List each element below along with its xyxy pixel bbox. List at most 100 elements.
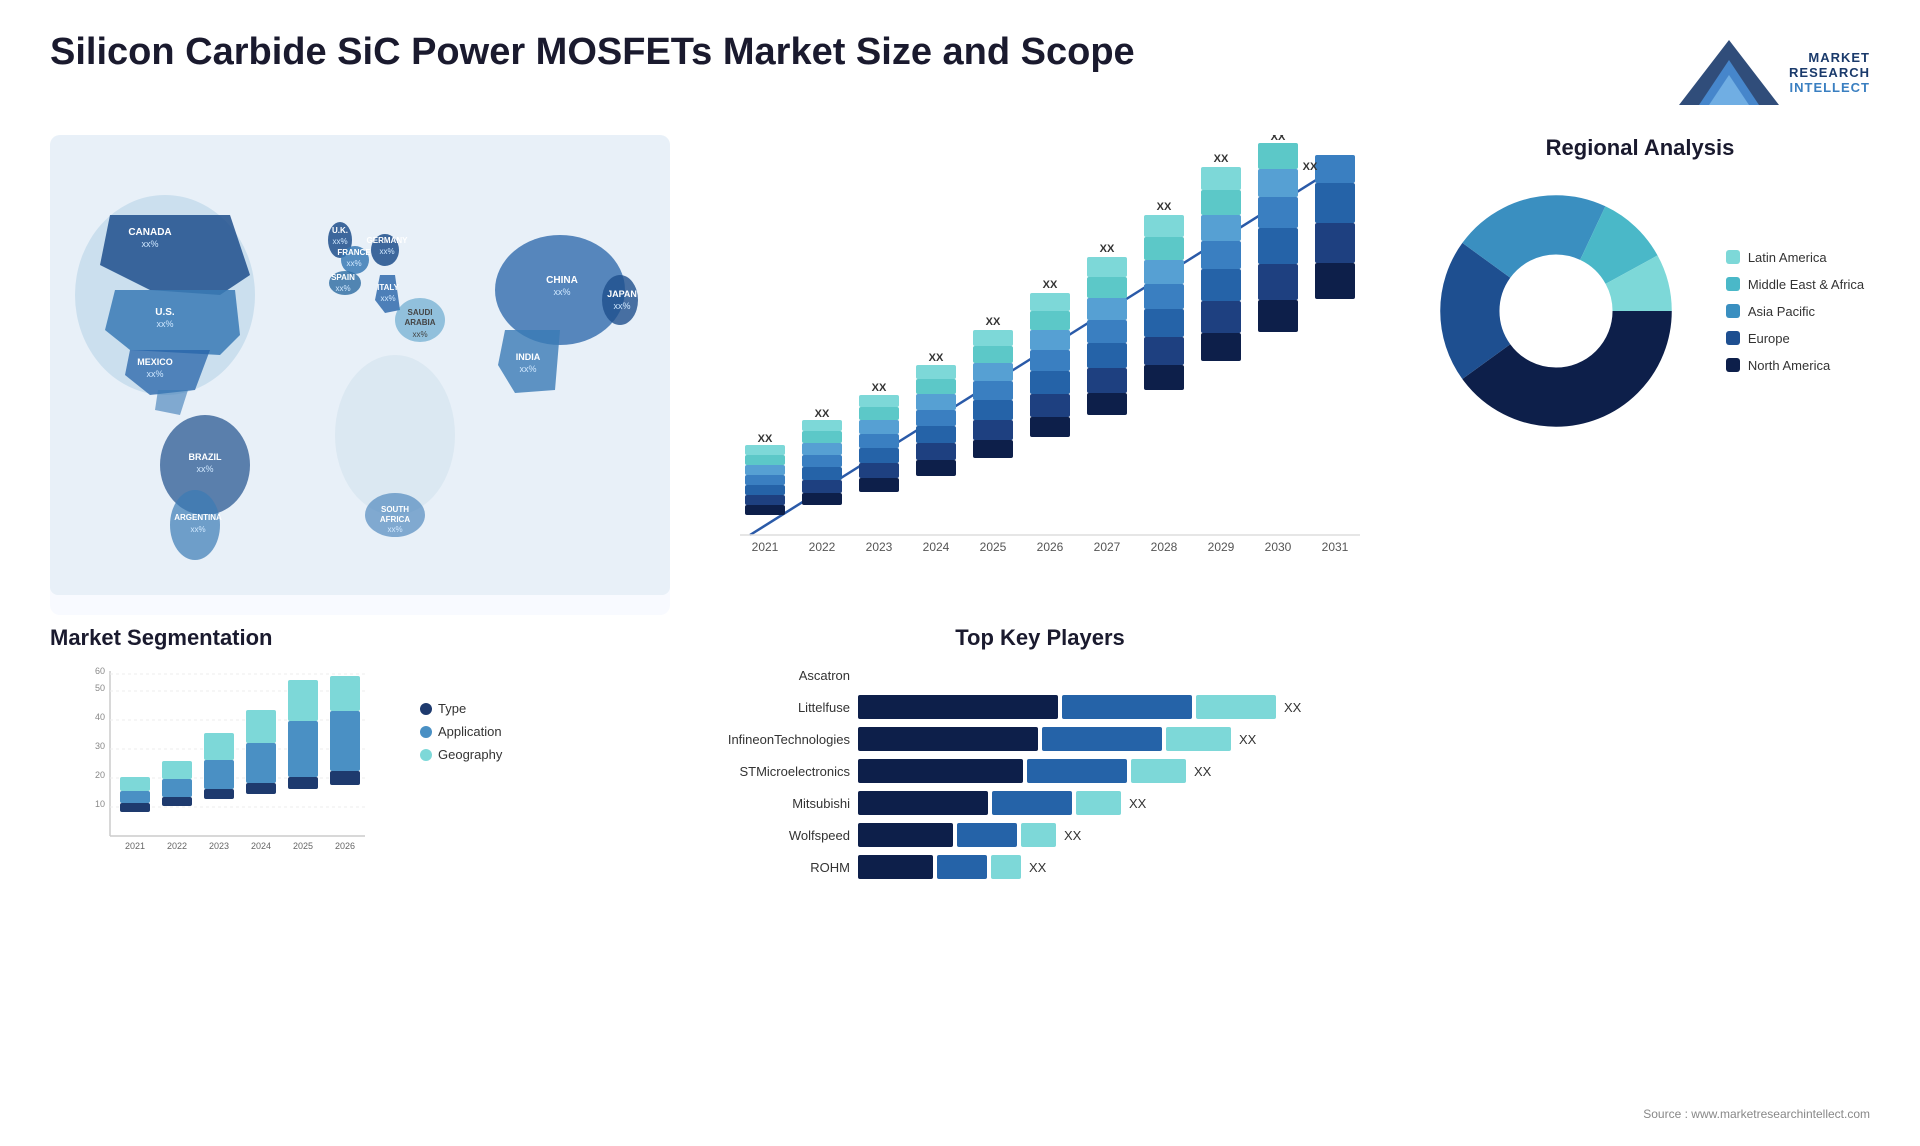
player-name-rohm: ROHM xyxy=(690,860,850,875)
bar-seg-mid xyxy=(1062,695,1192,719)
application-label: Application xyxy=(438,724,502,739)
us-label: U.S. xyxy=(155,307,175,318)
svg-text:XX: XX xyxy=(1100,243,1115,255)
map-section: CANADA xx% U.S. xx% MEXICO xx% BRAZIL xx… xyxy=(50,135,670,615)
south-africa-label: SOUTH xyxy=(381,505,409,514)
svg-text:xx%: xx% xyxy=(553,287,570,297)
svg-text:2022: 2022 xyxy=(809,540,836,554)
bar-seg-dark xyxy=(858,855,933,879)
svg-text:20: 20 xyxy=(95,770,105,780)
north-america-dot xyxy=(1726,358,1740,372)
application-dot xyxy=(420,726,432,738)
svg-text:xx%: xx% xyxy=(146,369,163,379)
player-bar-littelfuse: XX xyxy=(858,695,1390,719)
player-bar-ascatron xyxy=(858,663,1390,687)
segmentation-section: Market Segmentation 10 20 30 xyxy=(50,625,670,1121)
svg-text:2025: 2025 xyxy=(980,540,1007,554)
donut-hole xyxy=(1500,255,1612,367)
player-bar-rohm: XX xyxy=(858,855,1390,879)
player-xx-stmicro: XX xyxy=(1194,764,1211,779)
legend-north-america: North America xyxy=(1726,358,1864,373)
svg-text:2028: 2028 xyxy=(1151,540,1178,554)
bar-seg-dark xyxy=(858,823,953,847)
bar-seg-light xyxy=(1131,759,1186,783)
svg-text:XX: XX xyxy=(1214,153,1229,165)
svg-text:2031: 2031 xyxy=(1322,540,1349,554)
player-row-littelfuse: Littelfuse XX xyxy=(690,695,1390,719)
svg-text:XX: XX xyxy=(1157,201,1172,213)
segmentation-title: Market Segmentation xyxy=(50,625,670,651)
header: Silicon Carbide SiC Power MOSFETs Market… xyxy=(50,30,1870,115)
player-name-littelfuse: Littelfuse xyxy=(690,700,850,715)
svg-text:xx%: xx% xyxy=(156,319,173,329)
brazil-label: BRAZIL xyxy=(189,452,222,462)
india-label: INDIA xyxy=(516,352,541,362)
argentina-label: ARGENTINA xyxy=(174,513,222,522)
svg-text:30: 30 xyxy=(95,741,105,751)
latin-america-dot xyxy=(1726,250,1740,264)
player-bar-wolfspeed: XX xyxy=(858,823,1390,847)
geography-label: Geography xyxy=(438,747,502,762)
player-xx-littelfuse: XX xyxy=(1284,700,1301,715)
svg-text:50: 50 xyxy=(95,683,105,693)
me-africa-dot xyxy=(1726,277,1740,291)
legend-type: Type xyxy=(420,701,502,716)
svg-text:xx%: xx% xyxy=(519,364,536,374)
svg-text:XX: XX xyxy=(1271,135,1286,143)
svg-text:2026: 2026 xyxy=(335,841,355,851)
svg-text:xx%: xx% xyxy=(379,247,394,256)
growth-chart-svg: XX 2021 XX 2022 xyxy=(690,135,1370,595)
bar-seg-mid xyxy=(1042,727,1162,751)
svg-text:2021: 2021 xyxy=(752,540,779,554)
svg-text:2024: 2024 xyxy=(923,540,950,554)
player-bar-mitsubishi: XX xyxy=(858,791,1390,815)
bar-seg-dark xyxy=(858,695,1058,719)
player-row-wolfspeed: Wolfspeed XX xyxy=(690,823,1390,847)
latin-america-label: Latin America xyxy=(1748,250,1827,265)
logo-text: MARKET RESEARCH INTELLECT xyxy=(1789,50,1870,95)
bar-seg-dark xyxy=(858,791,988,815)
regional-section: Regional Analysis xyxy=(1410,135,1870,615)
bar-seg-mid xyxy=(1027,759,1127,783)
europe-label: Europe xyxy=(1748,331,1790,346)
svg-text:10: 10 xyxy=(95,799,105,809)
svg-text:XX: XX xyxy=(1043,279,1058,291)
italy-label: ITALY xyxy=(377,283,399,292)
geography-dot xyxy=(420,749,432,761)
player-row-infineon: InfineonTechnologies XX xyxy=(690,727,1390,751)
bar-seg-mid xyxy=(992,791,1072,815)
france-label: FRANCE xyxy=(337,248,371,257)
europe-dot xyxy=(1726,331,1740,345)
svg-text:2023: 2023 xyxy=(209,841,229,851)
china-label: CHINA xyxy=(546,275,578,286)
segmentation-legend: Type Application Geography xyxy=(420,701,502,762)
source-text: Source : www.marketresearchintellect.com xyxy=(1410,1107,1870,1121)
bar-seg-light xyxy=(991,855,1021,879)
svg-text:xx%: xx% xyxy=(141,239,158,249)
svg-text:2022: 2022 xyxy=(167,841,187,851)
bar-seg-light xyxy=(1166,727,1231,751)
mexico-label: MEXICO xyxy=(137,357,173,367)
uk-label: U.K. xyxy=(332,226,348,235)
player-row-ascatron: Ascatron xyxy=(690,663,1390,687)
legend-me-africa: Middle East & Africa xyxy=(1726,277,1864,292)
player-name-infineon: InfineonTechnologies xyxy=(690,732,850,747)
middle-column: XX 2021 XX 2022 xyxy=(690,135,1390,1121)
player-xx-mitsubishi: XX xyxy=(1129,796,1146,811)
logo-line1: MARKET xyxy=(1789,50,1870,65)
legend-application: Application xyxy=(420,724,502,739)
player-name-wolfspeed: Wolfspeed xyxy=(690,828,850,843)
bar-seg-light xyxy=(1076,791,1121,815)
logo-line2: RESEARCH xyxy=(1789,65,1870,80)
logo-container: MARKET RESEARCH INTELLECT xyxy=(1649,30,1870,115)
svg-text:2023: 2023 xyxy=(866,540,893,554)
page-container: Silicon Carbide SiC Power MOSFETs Market… xyxy=(0,0,1920,1146)
svg-text:xx%: xx% xyxy=(613,301,630,311)
players-section: Top Key Players Ascatron Littelfuse xyxy=(690,625,1390,1121)
logo-line3: INTELLECT xyxy=(1789,80,1870,95)
svg-text:2026: 2026 xyxy=(1037,540,1064,554)
regional-title: Regional Analysis xyxy=(1410,135,1870,161)
player-xx-infineon: XX xyxy=(1239,732,1256,747)
player-xx-rohm: XX xyxy=(1029,860,1046,875)
player-row-rohm: ROHM XX xyxy=(690,855,1390,879)
